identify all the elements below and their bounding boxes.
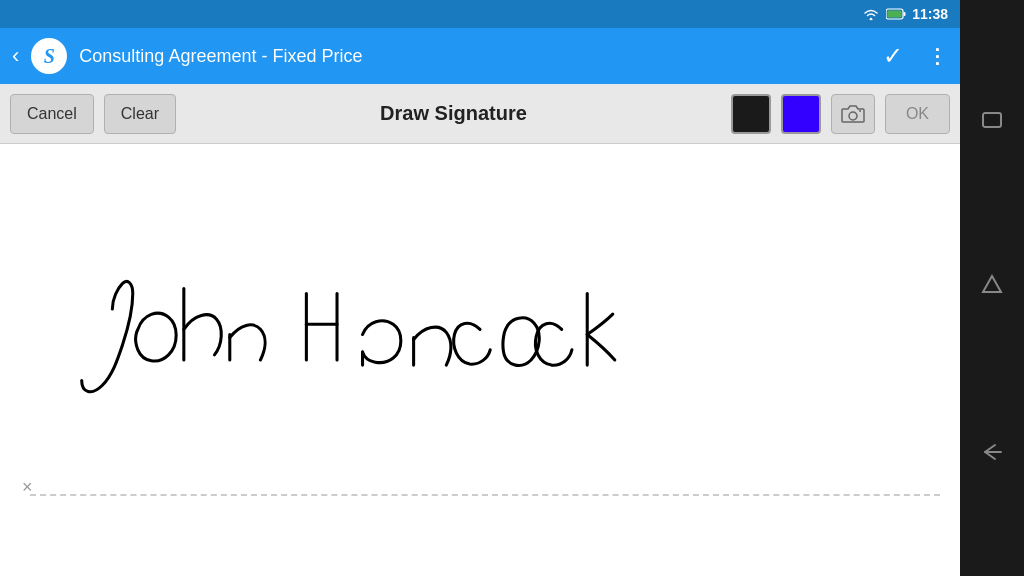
ok-button[interactable]: OK [885,94,950,134]
app-logo: S [31,38,67,74]
signature-x-mark: × [22,477,33,498]
camera-button[interactable] [831,94,875,134]
android-nav-bar [960,0,1024,576]
svg-point-0 [870,18,872,20]
svg-point-5 [859,110,861,112]
back-nav-button[interactable] [981,441,1003,467]
recent-apps-button[interactable] [981,109,1003,135]
color-blue-swatch[interactable] [781,94,821,134]
back-button[interactable]: ‹ [12,43,19,69]
more-button[interactable]: ⋮ [927,44,948,68]
svg-rect-3 [888,11,902,18]
signature-toolbar: Cancel Clear Draw Signature OK [0,84,960,144]
svg-point-4 [849,112,857,120]
clear-button[interactable]: Clear [104,94,176,134]
wifi-icon [862,7,880,21]
app-title: Consulting Agreement - Fixed Price [79,46,871,67]
draw-signature-label: Draw Signature [186,102,721,125]
check-button[interactable]: ✓ [883,42,903,70]
color-black-swatch[interactable] [731,94,771,134]
home-button[interactable] [981,274,1003,302]
svg-rect-6 [983,113,1001,127]
status-icons: 11:38 [862,6,948,22]
status-bar: 11:38 [0,0,960,28]
camera-icon [841,104,865,124]
signature-baseline [30,494,940,496]
app-toolbar: ‹ S Consulting Agreement - Fixed Price ✓… [0,28,960,84]
cancel-button[interactable]: Cancel [10,94,94,134]
signature-drawing [0,144,960,576]
battery-icon [886,8,906,20]
svg-marker-7 [983,276,1001,292]
signature-canvas[interactable]: × [0,144,960,576]
status-time: 11:38 [912,6,948,22]
svg-rect-2 [904,12,906,16]
